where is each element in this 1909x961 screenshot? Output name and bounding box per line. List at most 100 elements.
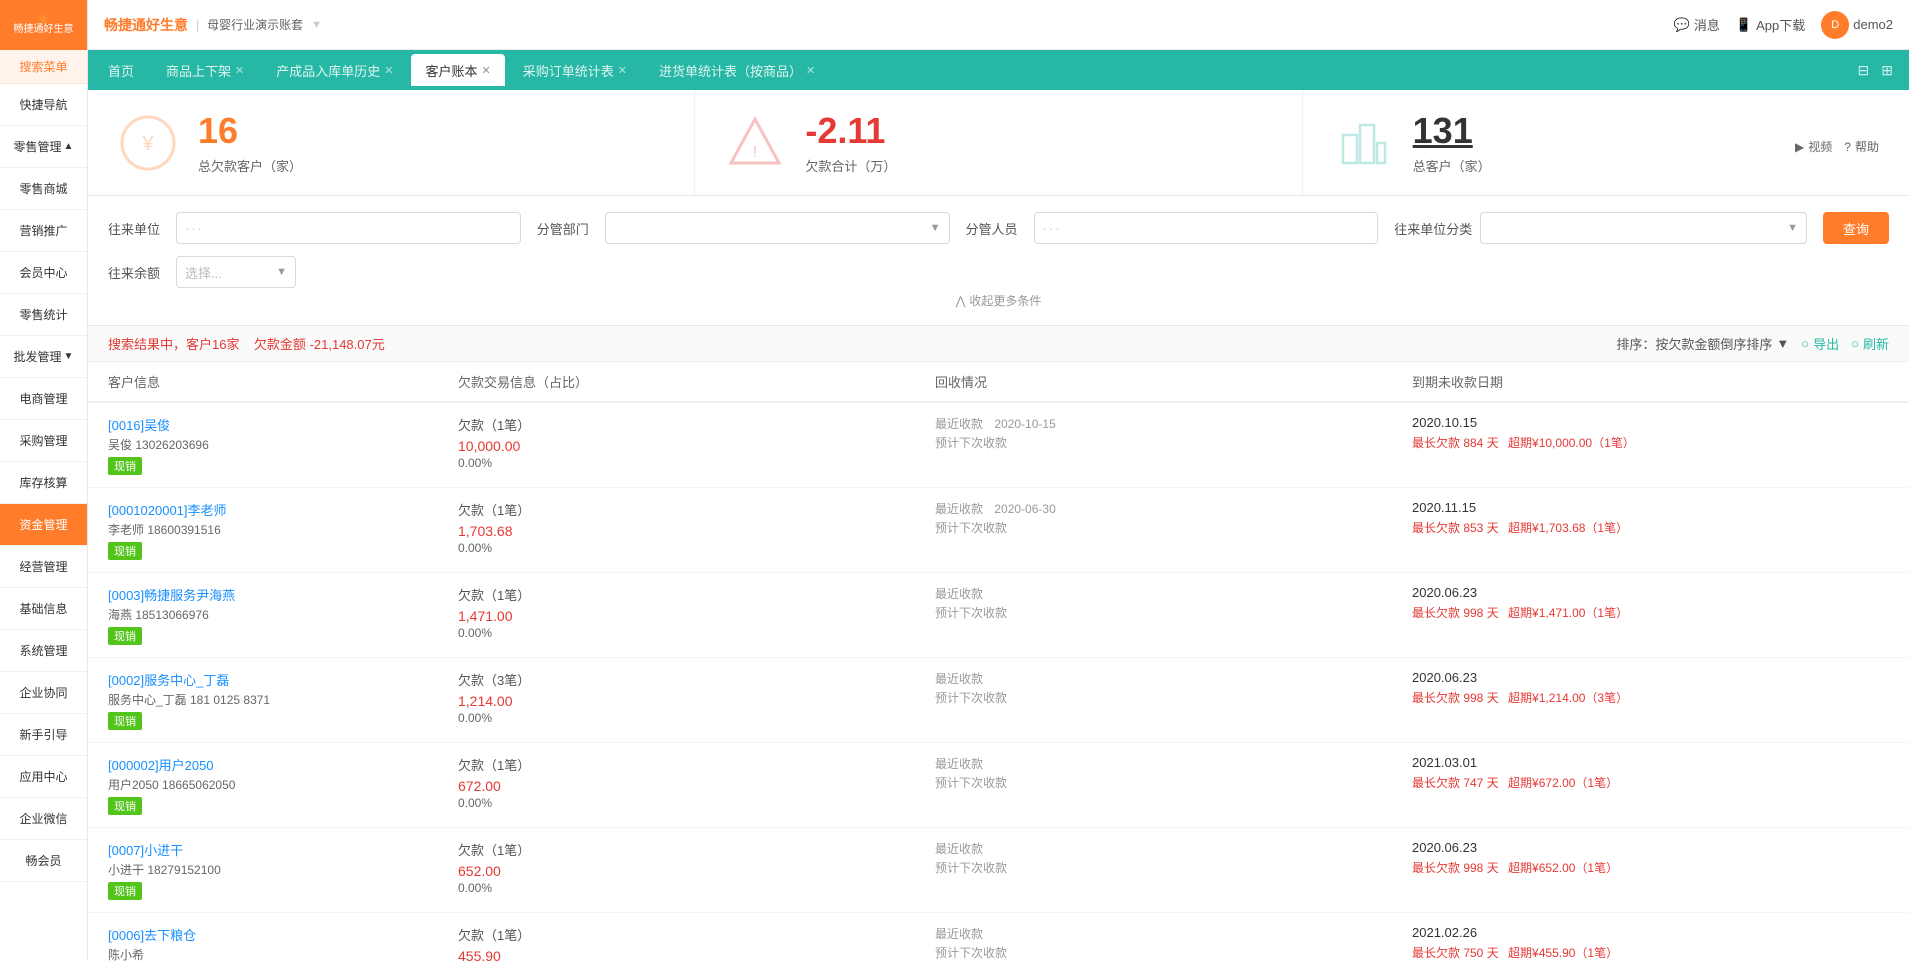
tab-customer-account[interactable]: 客户账本 ✕ <box>411 54 504 86</box>
customer-name-link[interactable]: [0006]去下粮仓 <box>108 925 458 944</box>
customer-phone: 海燕 18513066976 <box>108 606 458 623</box>
export-button[interactable]: ○ 导出 <box>1801 334 1839 353</box>
user-menu[interactable]: D demo2 <box>1821 11 1893 39</box>
collapse-row: ⋀ 收起更多条件 <box>108 288 1889 317</box>
sidebar-item-warehouse[interactable]: 库存核算 <box>0 462 87 504</box>
filter-unit-category-label: 往来单位分类 <box>1394 219 1472 238</box>
sidebar-item-app-center[interactable]: 应用中心 <box>0 756 87 798</box>
sidebar-item-retail-store[interactable]: 零售商城 <box>0 168 87 210</box>
due-cell: 2020.11.15 最长欠款 853 天 超期¥1,703.68（1笔） <box>1412 500 1889 536</box>
table-row: [000002]用户2050 用户2050 18665062050 现销 欠款（… <box>88 743 1909 828</box>
customer-name-link[interactable]: [000002]用户2050 <box>108 755 458 774</box>
tab-close-icon[interactable]: ✕ <box>618 64 627 77</box>
sidebar-item-enterprise[interactable]: 企业协同 <box>0 672 87 714</box>
overdue-amount-link[interactable]: 超期¥1,471.00（1笔） <box>1508 606 1628 620</box>
tab-production-history[interactable]: 产成品入库单历史 ✕ <box>262 54 407 86</box>
overdue-amount-link[interactable]: 超期¥1,214.00（3笔） <box>1508 691 1628 705</box>
customer-tag: 现销 <box>108 882 142 900</box>
customer-name-link[interactable]: [0002]服务中心_丁磊 <box>108 670 458 689</box>
debt-amount[interactable]: 652.00 <box>458 863 935 879</box>
customer-table: 客户信息 欠款交易信息（占比） 回收情况 到期未收款日期 [0016]吴俊 吴俊… <box>88 362 1909 961</box>
overdue-amount-link[interactable]: 超期¥652.00（1笔） <box>1508 861 1618 875</box>
sidebar-item-operation[interactable]: 经营管理 <box>0 546 87 588</box>
debt-amount[interactable]: 455.90 <box>458 948 935 961</box>
total-customers-label: 总客户（家） <box>1413 156 1491 175</box>
customer-tag: 现销 <box>108 542 142 560</box>
debt-amount[interactable]: 1,214.00 <box>458 693 935 709</box>
next-repay: 预计下次收款 <box>935 774 1412 791</box>
customer-name-link[interactable]: [0007]小进干 <box>108 840 458 859</box>
app-download-button[interactable]: 📱 App下载 <box>1736 15 1805 34</box>
video-help-button[interactable]: ▶ 视频 <box>1795 138 1832 155</box>
tab-close-icon[interactable]: ✕ <box>384 64 393 77</box>
balance-select[interactable]: 选择... ▼ <box>176 256 296 288</box>
sidebar-item-guide[interactable]: 新手引导 <box>0 714 87 756</box>
debt-amount[interactable]: 672.00 <box>458 778 935 794</box>
refresh-button[interactable]: ○ 刷新 <box>1851 334 1889 353</box>
sidebar-item-vip[interactable]: 畅会员 <box>0 840 87 882</box>
tabs-minimize-icon[interactable]: ⊟ <box>1854 62 1874 79</box>
due-date: 2020.06.23 <box>1412 840 1889 855</box>
message-button[interactable]: 💬 消息 <box>1674 15 1720 34</box>
customer-phone: 小进干 18279152100 <box>108 861 458 878</box>
sidebar-item-purchase[interactable]: 采购管理 <box>0 420 87 462</box>
debt-info-cell: 欠款（1笔） 1,471.00 0.00% <box>458 585 935 640</box>
tab-products-off[interactable]: 商品上下架 ✕ <box>152 54 258 86</box>
chevron-down-icon: ▼ <box>1776 336 1789 351</box>
due-cell: 2021.03.01 最长欠款 747 天 超期¥672.00（1笔） <box>1412 755 1889 791</box>
sidebar-item-ecommerce[interactable]: 电商管理 <box>0 378 87 420</box>
customer-name-link[interactable]: [0003]畅捷服务尹海燕 <box>108 585 458 604</box>
result-info: 搜索结果中，客户16家 欠款金额 -21,148.07元 <box>108 334 385 353</box>
total-customers-value: 131 <box>1413 110 1491 152</box>
sidebar-item-retail-mgmt[interactable]: 零售管理 ▲ <box>0 126 87 168</box>
customer-name-link[interactable]: [0001020001]李老师 <box>108 500 458 519</box>
table-header: 客户信息 欠款交易信息（占比） 回收情况 到期未收款日期 <box>88 362 1909 403</box>
sidebar-item-marketing[interactable]: 营销推广 <box>0 210 87 252</box>
help-button[interactable]: ? 帮助 <box>1844 138 1879 155</box>
dept-select[interactable]: ▼ <box>605 212 950 244</box>
tabs-maximize-icon[interactable]: ⊞ <box>1877 62 1897 79</box>
sidebar-item-wechat[interactable]: 企业微信 <box>0 798 87 840</box>
stat-info-1: 16 总欠款客户（家） <box>198 110 302 175</box>
tab-close-icon[interactable]: ✕ <box>806 64 815 77</box>
person-input[interactable]: ··· <box>1034 212 1379 244</box>
overdue-amount-link[interactable]: 超期¥455.90（1笔） <box>1508 946 1618 960</box>
debt-amount[interactable]: 1,471.00 <box>458 608 935 624</box>
tab-close-icon[interactable]: ✕ <box>235 64 244 77</box>
sidebar-item-finance[interactable]: 资金管理 <box>0 504 87 546</box>
content-area: ¥ 16 总欠款客户（家） ! -2.11 欠款合计（万） <box>88 90 1909 961</box>
overdue-amount-link[interactable]: 超期¥10,000.00（1笔） <box>1508 436 1635 450</box>
sidebar-item-quick-nav[interactable]: 快捷导航 <box>0 84 87 126</box>
sidebar-item-basic[interactable]: 基础信息 <box>0 588 87 630</box>
filter-row-2: 往来余额 选择... ▼ <box>108 256 1889 288</box>
tab-home[interactable]: 首页 <box>94 54 148 86</box>
chevron-down-icon: ▲ <box>64 141 74 152</box>
filter-balance-label: 往来余额 <box>108 263 168 282</box>
tab-close-icon[interactable]: ✕ <box>482 64 491 77</box>
debt-amount[interactable]: 10,000.00 <box>458 438 935 454</box>
customer-name-link[interactable]: [0016]吴俊 <box>108 415 458 434</box>
sidebar-item-batch-mgmt[interactable]: 批发管理 ▼ <box>0 336 87 378</box>
stat-info-3: 131 总客户（家） <box>1413 110 1491 175</box>
sidebar-item-search[interactable]: 搜索菜单 <box>0 50 87 84</box>
stat-icon-2: ! <box>725 113 785 173</box>
tab-purchase-by-product[interactable]: 进货单统计表（按商品） ✕ <box>645 54 829 86</box>
source-unit-input[interactable]: ··· <box>176 212 521 244</box>
next-repay: 预计下次收款 <box>935 519 1412 536</box>
sidebar-item-system[interactable]: 系统管理 <box>0 630 87 672</box>
overdue-info: 最长欠款 884 天 超期¥10,000.00（1笔） <box>1412 434 1889 451</box>
col-header-due: 到期未收款日期 <box>1412 372 1889 391</box>
unit-category-select[interactable]: ▼ <box>1480 212 1807 244</box>
svg-text:!: ! <box>753 144 757 161</box>
dropdown-icon[interactable]: ▼ <box>311 19 322 31</box>
overdue-amount-link[interactable]: 超期¥1,703.68（1笔） <box>1508 521 1628 535</box>
sidebar-item-member[interactable]: 会员中心 <box>0 252 87 294</box>
overdue-amount-link[interactable]: 超期¥672.00（1笔） <box>1508 776 1618 790</box>
collapse-button[interactable]: ⋀ 收起更多条件 <box>956 292 1042 309</box>
query-button[interactable]: 查询 <box>1823 212 1889 244</box>
sidebar-item-retail-stats[interactable]: 零售统计 <box>0 294 87 336</box>
due-date: 2020.06.23 <box>1412 585 1889 600</box>
tab-purchase-summary[interactable]: 采购订单统计表 ✕ <box>509 54 641 86</box>
sort-selector[interactable]: 排序：按欠款金额倒序排序 ▼ <box>1616 334 1789 353</box>
debt-amount[interactable]: 1,703.68 <box>458 523 935 539</box>
